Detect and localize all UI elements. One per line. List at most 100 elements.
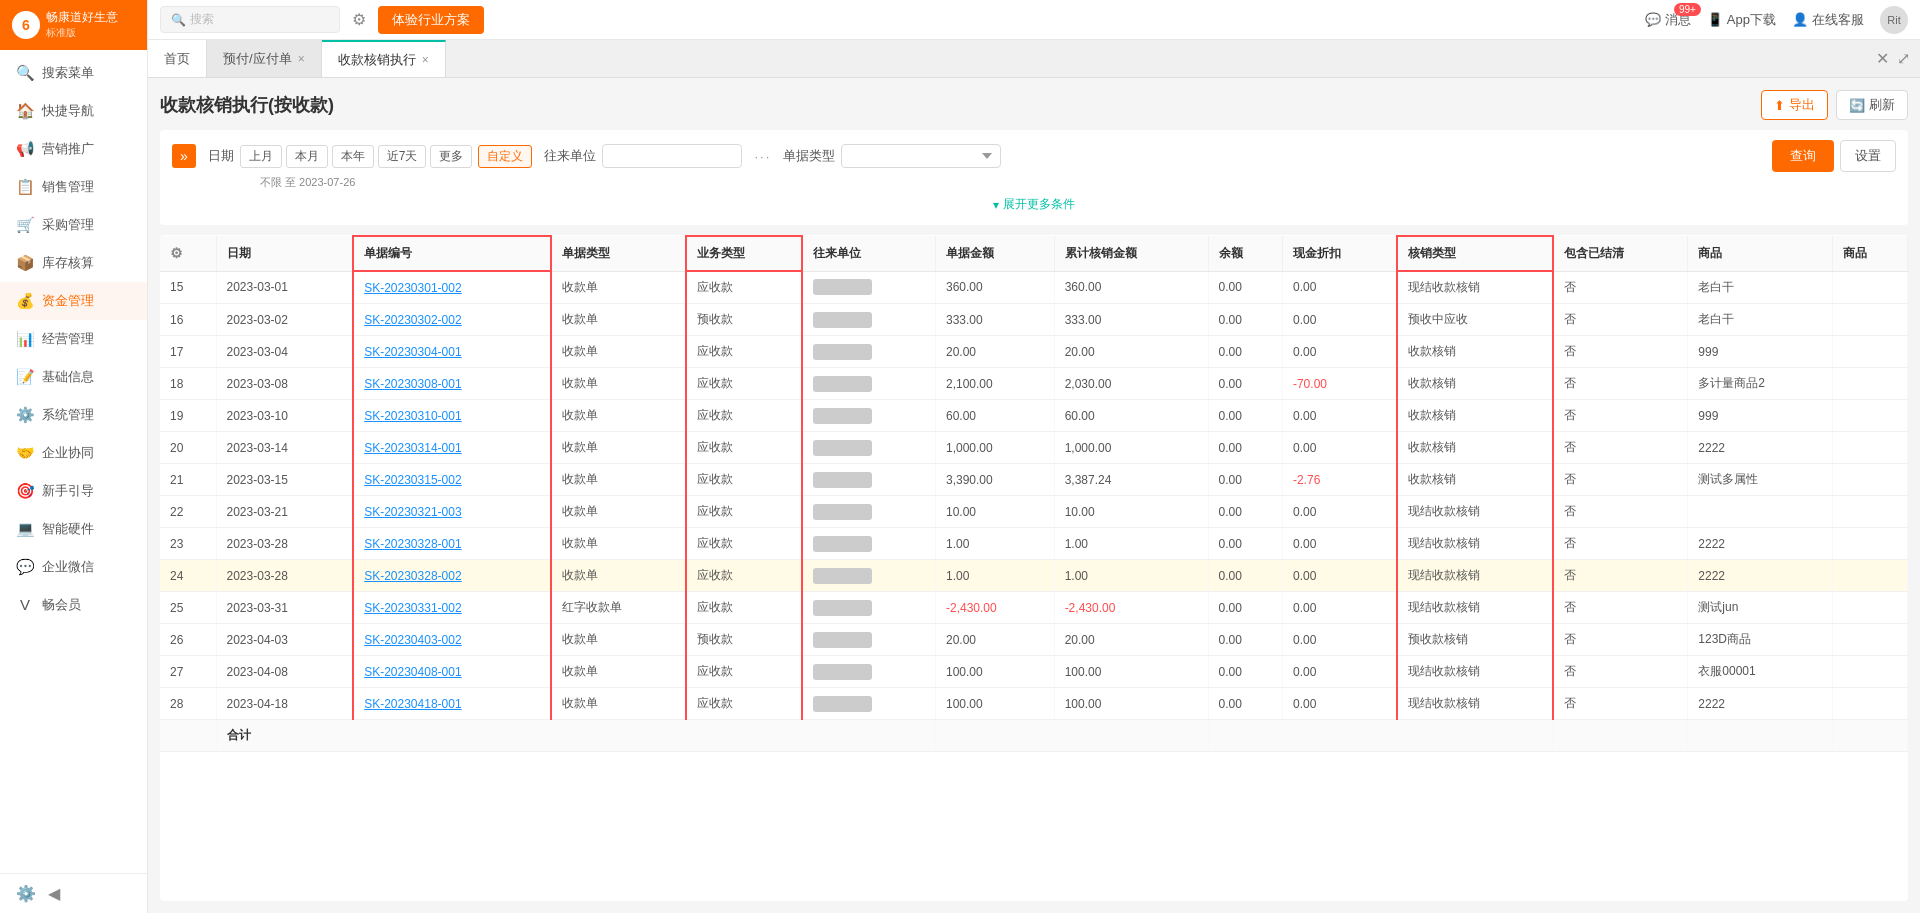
cell-cash_discount: -2.76 xyxy=(1282,464,1397,496)
cell-counterparty: ██████ xyxy=(802,400,935,432)
sidebar-item-finance[interactable]: 💰资金管理 xyxy=(0,282,147,320)
app-download-label: App下载 xyxy=(1727,11,1776,29)
settings-button[interactable]: 设置 xyxy=(1840,140,1896,172)
sidebar-item-inventory[interactable]: 📦库存核算 xyxy=(0,244,147,282)
cell-date: 2023-03-04 xyxy=(216,336,353,368)
sidebar-item-purchase[interactable]: 🛒采购管理 xyxy=(0,206,147,244)
cell-doc_no[interactable]: SK-20230302-002 xyxy=(353,304,551,336)
date-custom-btn[interactable]: 自定义 xyxy=(478,145,532,168)
sidebar-item-hardware[interactable]: 💻智能硬件 xyxy=(0,510,147,548)
column-settings-icon[interactable]: ⚙ xyxy=(170,245,183,261)
doc-link[interactable]: SK-20230310-001 xyxy=(364,409,461,423)
date-btn-本年[interactable]: 本年 xyxy=(332,145,374,168)
doc-link[interactable]: SK-20230328-001 xyxy=(364,537,461,551)
online-service-button[interactable]: 👤 在线客服 xyxy=(1792,11,1864,29)
app-download-button[interactable]: 📱 App下载 xyxy=(1707,11,1776,29)
sidebar-item-label-inventory: 库存核算 xyxy=(42,254,94,272)
query-button[interactable]: 查询 xyxy=(1772,140,1834,172)
tab-close-collection[interactable]: × xyxy=(422,53,429,67)
topbar-gear-icon[interactable]: ⚙ xyxy=(352,10,366,29)
cell-doc_no[interactable]: SK-20230331-002 xyxy=(353,592,551,624)
cell-date: 2023-03-14 xyxy=(216,432,353,464)
cell-doc_no[interactable]: SK-20230308-001 xyxy=(353,368,551,400)
sidebar-item-operations[interactable]: 📊经营管理 xyxy=(0,320,147,358)
sidebar-item-marketing[interactable]: 📢营销推广 xyxy=(0,130,147,168)
expand-more-btn[interactable]: ▾ 展开更多条件 xyxy=(993,196,1075,213)
date-btn-更多[interactable]: 更多 xyxy=(430,145,472,168)
cell-goods: 999 xyxy=(1688,336,1833,368)
sidebar-item-basic[interactable]: 📝基础信息 xyxy=(0,358,147,396)
cell-total_verify: 20.00 xyxy=(1054,624,1208,656)
tab-collection[interactable]: 收款核销执行× xyxy=(322,40,446,77)
collapse-icon[interactable]: ◀ xyxy=(48,884,60,903)
tab-prepay[interactable]: 预付/应付单× xyxy=(207,40,322,77)
cell-date: 2023-03-01 xyxy=(216,271,353,304)
sidebar-item-system[interactable]: ⚙️系统管理 xyxy=(0,396,147,434)
filter-toggle-arrow[interactable]: » xyxy=(172,144,196,168)
cell-doc_no[interactable]: SK-20230304-001 xyxy=(353,336,551,368)
cell-doc_no[interactable]: SK-20230315-002 xyxy=(353,464,551,496)
settings-icon[interactable]: ⚙️ xyxy=(16,884,36,903)
message-button[interactable]: 💬 消息 99+ xyxy=(1645,11,1691,29)
expand-tab-icon[interactable]: ⤢ xyxy=(1897,49,1910,68)
date-btn-本月[interactable]: 本月 xyxy=(286,145,328,168)
sidebar-item-search[interactable]: 🔍搜索菜单 xyxy=(0,54,147,92)
footer-cell-9 xyxy=(1282,720,1397,752)
cell-doc_no[interactable]: SK-20230418-001 xyxy=(353,688,551,720)
export-button[interactable]: ⬆ 导出 xyxy=(1761,90,1828,120)
member-icon: V xyxy=(16,596,34,613)
doc-link[interactable]: SK-20230314-001 xyxy=(364,441,461,455)
close-tab-icon[interactable]: ✕ xyxy=(1876,49,1889,68)
doc-link[interactable]: SK-20230403-002 xyxy=(364,633,461,647)
cell-doc_type: 收款单 xyxy=(551,624,687,656)
cell-doc_no[interactable]: SK-20230408-001 xyxy=(353,656,551,688)
doc-link[interactable]: SK-20230331-002 xyxy=(364,601,461,615)
cell-doc_no[interactable]: SK-20230301-002 xyxy=(353,271,551,304)
cell-goods xyxy=(1688,496,1833,528)
voucher-type-select[interactable] xyxy=(841,144,1001,168)
sidebar-item-enterprise[interactable]: 🤝企业协同 xyxy=(0,434,147,472)
doc-link[interactable]: SK-20230302-002 xyxy=(364,313,461,327)
cell-doc_no[interactable]: SK-20230310-001 xyxy=(353,400,551,432)
tab-close-prepay[interactable]: × xyxy=(298,52,305,66)
cell-doc_no[interactable]: SK-20230403-002 xyxy=(353,624,551,656)
date-btn-上月[interactable]: 上月 xyxy=(240,145,282,168)
date-btn-近7天[interactable]: 近7天 xyxy=(378,145,427,168)
cell-doc_no[interactable]: SK-20230328-002 xyxy=(353,560,551,592)
sidebar-nav: 🔍搜索菜单🏠快捷导航📢营销推广📋销售管理🛒采购管理📦库存核算💰资金管理📊经营管理… xyxy=(0,50,147,873)
cell-include_settled: 否 xyxy=(1553,496,1688,528)
doc-link[interactable]: SK-20230408-001 xyxy=(364,665,461,679)
cell-cash_discount: 0.00 xyxy=(1282,400,1397,432)
doc-link[interactable]: SK-20230315-002 xyxy=(364,473,461,487)
table-row: 172023-03-04SK-20230304-001收款单应收款██████2… xyxy=(160,336,1908,368)
cell-goods: 老白干 xyxy=(1688,271,1833,304)
sidebar-item-nav[interactable]: 🏠快捷导航 xyxy=(0,92,147,130)
cell-date: 2023-03-15 xyxy=(216,464,353,496)
cell-balance: 0.00 xyxy=(1208,304,1282,336)
doc-link[interactable]: SK-20230308-001 xyxy=(364,377,461,391)
user-avatar[interactable]: Rit xyxy=(1880,6,1908,34)
cell-doc_no[interactable]: SK-20230328-001 xyxy=(353,528,551,560)
cell-no: 27 xyxy=(160,656,216,688)
cell-no: 19 xyxy=(160,400,216,432)
topbar-search-box[interactable]: 🔍 搜索 xyxy=(160,6,340,33)
doc-link[interactable]: SK-20230321-003 xyxy=(364,505,461,519)
sidebar-item-guide[interactable]: 🎯新手引导 xyxy=(0,472,147,510)
doc-link[interactable]: SK-20230418-001 xyxy=(364,697,461,711)
cell-goods: 999 xyxy=(1688,400,1833,432)
cell-doc_no[interactable]: SK-20230314-001 xyxy=(353,432,551,464)
sidebar-item-wechat[interactable]: 💬企业微信 xyxy=(0,548,147,586)
doc-link[interactable]: SK-20230328-002 xyxy=(364,569,461,583)
col-header-date: 日期 xyxy=(216,236,353,271)
refresh-button[interactable]: 🔄 刷新 xyxy=(1836,90,1908,120)
cell-goods: 2222 xyxy=(1688,688,1833,720)
sidebar-item-member[interactable]: V畅会员 xyxy=(0,586,147,624)
solution-button[interactable]: 体验行业方案 xyxy=(378,6,484,34)
sidebar-item-sales[interactable]: 📋销售管理 xyxy=(0,168,147,206)
cell-no: 21 xyxy=(160,464,216,496)
cell-doc_no[interactable]: SK-20230321-003 xyxy=(353,496,551,528)
tab-home[interactable]: 首页 xyxy=(148,40,207,77)
counterparty-input[interactable] xyxy=(602,144,742,168)
doc-link[interactable]: SK-20230301-002 xyxy=(364,281,461,295)
doc-link[interactable]: SK-20230304-001 xyxy=(364,345,461,359)
